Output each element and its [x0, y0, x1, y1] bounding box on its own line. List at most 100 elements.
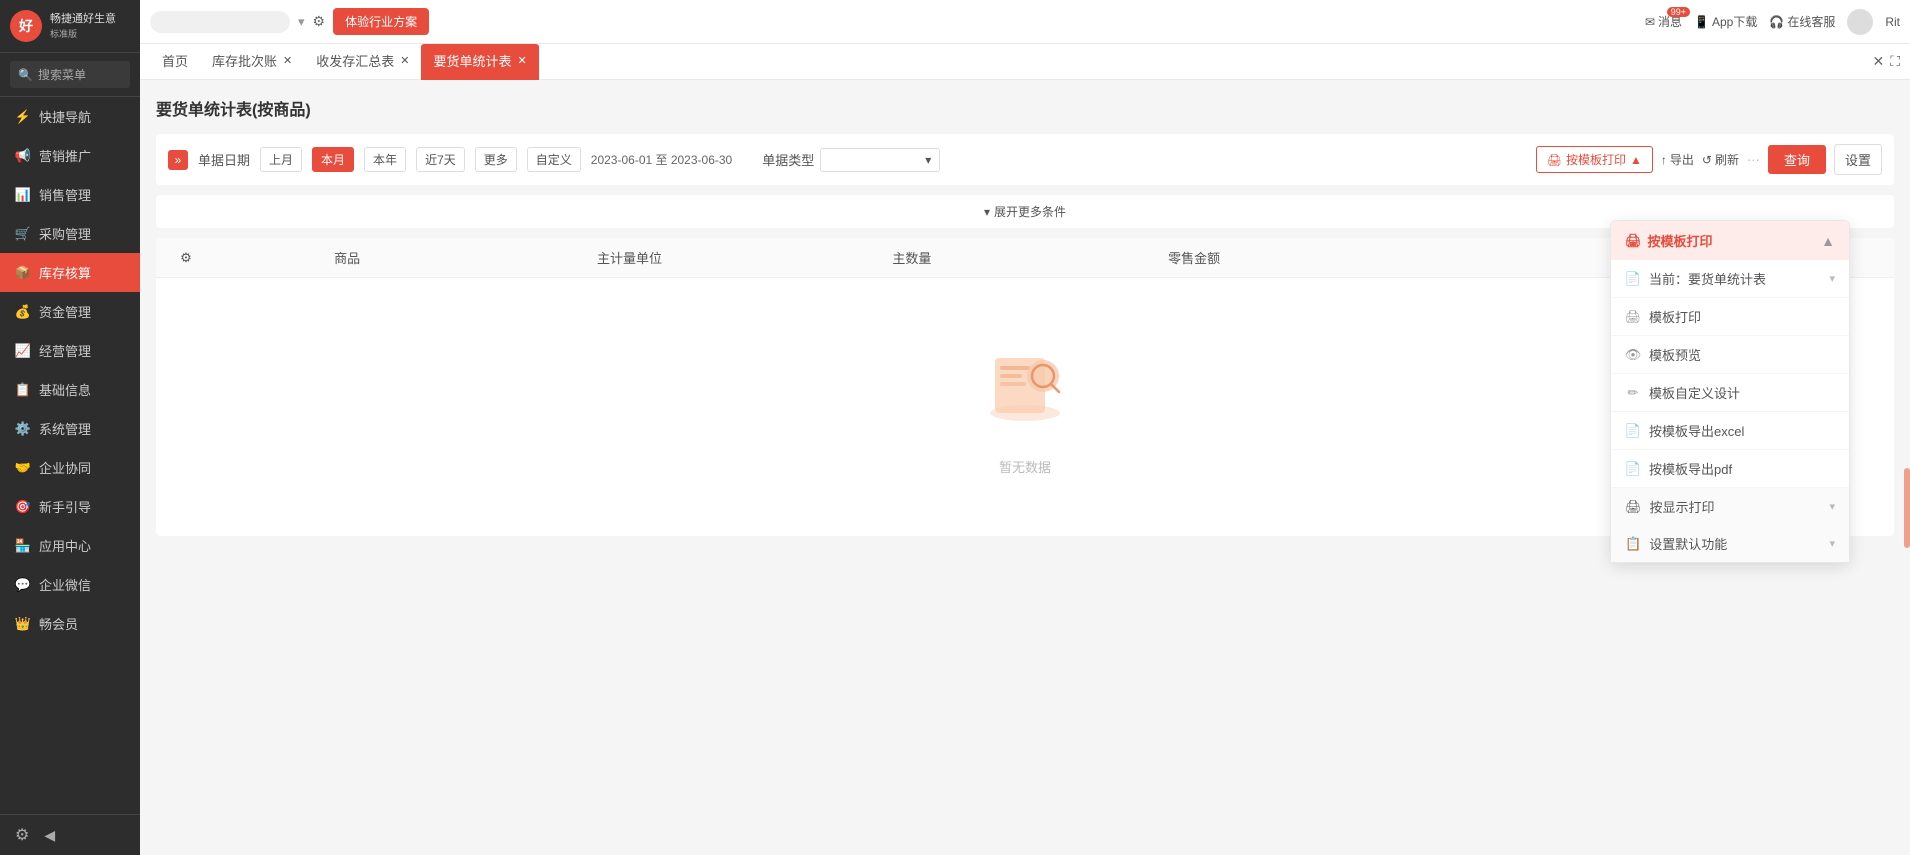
sidebar-item-label: 采购管理: [39, 224, 91, 243]
expand-arrows-icon: »: [175, 153, 182, 167]
dropdown-template-preview[interactable]: 👁 模板预览: [1611, 336, 1849, 374]
sidebar-footer: ⚙ ◀: [0, 814, 140, 855]
sidebar-item-label: 库存核算: [39, 263, 91, 282]
page-content: 要货单统计表(按商品) » 单据日期 上月 本月 本年 近7天 更多 自定义 2…: [140, 80, 1910, 855]
date-custom-btn[interactable]: 自定义: [527, 147, 581, 172]
dropdown-current-template[interactable]: 📄 当前：要货单统计表 ▾: [1611, 260, 1849, 298]
dropdown-set-default[interactable]: 📋 设置默认功能 ▾: [1611, 525, 1849, 562]
sidebar-item-wechat[interactable]: 💬 企业微信: [0, 565, 140, 604]
tabs-right-area: ✕ ⛶: [1872, 53, 1900, 70]
sidebar-item-basic[interactable]: 📋 基础信息: [0, 370, 140, 409]
set-default-chevron: ▾: [1829, 537, 1835, 550]
sidebar-item-label: 销售管理: [39, 185, 91, 204]
user-avatar[interactable]: [1847, 9, 1873, 35]
sidebar-item-label: 基础信息: [39, 380, 91, 399]
sidebar-item-shortcut[interactable]: ⚡ 快捷导航: [0, 97, 140, 136]
filter-expand-button[interactable]: »: [168, 150, 188, 170]
template-design-icon: ✏: [1625, 385, 1641, 401]
app-download-button[interactable]: 📱 App下载: [1694, 13, 1757, 30]
dropdown-template-print[interactable]: 🖨 模板打印: [1611, 298, 1849, 336]
export-icon: ↑: [1661, 153, 1667, 167]
wechat-icon: 💬: [15, 577, 31, 593]
expand-more-chevron-icon: ▾: [984, 205, 990, 219]
search-menu-button[interactable]: 🔍 搜索菜单: [10, 61, 130, 88]
tab-order-stats[interactable]: 要货单统计表 ✕: [421, 44, 538, 80]
dropdown-close-icon[interactable]: ▲: [1821, 233, 1835, 249]
basic-icon: 📋: [15, 382, 31, 398]
date-current-month-btn[interactable]: 本月: [312, 147, 354, 172]
sidebar-item-operation[interactable]: 📈 经营管理: [0, 331, 140, 370]
filter-bar: » 单据日期 上月 本月 本年 近7天 更多 自定义 2023-06-01 至 …: [156, 134, 1894, 185]
date-more-btn[interactable]: 更多: [475, 147, 517, 172]
query-button[interactable]: 查询: [1768, 145, 1826, 174]
col-amount: 零售金额: [1053, 238, 1335, 277]
tab-batch[interactable]: 库存批次账 ✕: [200, 44, 304, 80]
refresh-button[interactable]: ↺ 刷新: [1702, 151, 1739, 168]
display-print-icon: 🖨: [1625, 499, 1642, 515]
sidebar-item-member[interactable]: 👑 畅会员: [0, 604, 140, 643]
sidebar-item-guide[interactable]: 🎯 新手引导: [0, 487, 140, 526]
sidebar-item-sales[interactable]: 📊 销售管理: [0, 175, 140, 214]
service-icon: 🎧: [1769, 15, 1784, 29]
dropdown-template-export-pdf[interactable]: 📄 按模板导出pdf: [1611, 450, 1849, 488]
sidebar-item-enterprise[interactable]: 🤝 企业协同: [0, 448, 140, 487]
app-name: 畅捷通好生意: [50, 12, 116, 26]
print-icon: 🖨: [1547, 153, 1562, 167]
display-print-chevron: ▾: [1829, 500, 1835, 513]
right-scrollbar[interactable]: [1904, 468, 1910, 548]
tab-order-stats-close[interactable]: ✕: [518, 54, 527, 67]
tab-batch-close[interactable]: ✕: [283, 54, 292, 67]
topbar-gear-icon[interactable]: ⚙: [313, 13, 326, 30]
tab-home[interactable]: 首页: [150, 44, 200, 80]
sidebar-item-purchase[interactable]: 🛒 采购管理: [0, 214, 140, 253]
settings-button[interactable]: 设置: [1834, 144, 1882, 175]
dropdown-header: 🖨 按模板打印 ▲: [1611, 221, 1849, 260]
order-type-select[interactable]: ▾: [820, 148, 940, 172]
finance-icon: 💰: [15, 304, 31, 320]
sidebar-item-label: 经营管理: [39, 341, 91, 360]
sidebar-item-finance[interactable]: 💰 资金管理: [0, 292, 140, 331]
topbar-search-input[interactable]: [150, 11, 290, 33]
tabs-expand-button[interactable]: ⛶: [1890, 53, 1900, 70]
tab-order-stats-label: 要货单统计表: [433, 51, 511, 70]
settings-footer-button[interactable]: ⚙: [15, 825, 29, 845]
sidebar-item-label: 企业协同: [39, 458, 91, 477]
dropdown-display-print[interactable]: 🖨 按显示打印 ▾: [1611, 488, 1849, 525]
collapse-sidebar-button[interactable]: ◀: [44, 825, 55, 845]
dropdown-template-export-excel[interactable]: 📄 按模板导出excel: [1611, 412, 1849, 450]
online-service-button[interactable]: 🎧 在线客服: [1769, 13, 1835, 30]
more-options-icon[interactable]: ···: [1747, 152, 1760, 167]
sidebar-item-inventory[interactable]: 📦 库存核算: [0, 253, 140, 292]
dropdown-template-design[interactable]: ✏ 模板自定义设计: [1611, 374, 1849, 412]
sidebar-item-marketing[interactable]: 📢 营销推广: [0, 136, 140, 175]
sidebar-item-label: 营销推广: [39, 146, 91, 165]
current-template-icon: 📄: [1625, 271, 1641, 287]
inventory-icon: 📦: [15, 265, 31, 281]
date-label: 单据日期: [198, 150, 250, 169]
date-current-year-btn[interactable]: 本年: [364, 147, 406, 172]
tab-batch-label: 库存批次账: [212, 51, 277, 70]
app-icon: 📱: [1694, 15, 1709, 29]
print-template-button[interactable]: 🖨 按模板打印 ▲: [1536, 146, 1653, 173]
experience-btn[interactable]: 体验行业方案: [333, 8, 429, 35]
sidebar-item-system[interactable]: ⚙️ 系统管理: [0, 409, 140, 448]
tab-collection-close[interactable]: ✕: [400, 54, 409, 67]
date-prev-month-btn[interactable]: 上月: [260, 147, 302, 172]
message-button[interactable]: ✉ 消息 99+: [1645, 13, 1682, 30]
col-settings[interactable]: ⚙: [166, 240, 206, 276]
export-button[interactable]: ↑ 导出: [1661, 151, 1694, 168]
template-preview-icon: 👁: [1625, 347, 1641, 363]
sidebar-item-label: 新手引导: [39, 497, 91, 516]
print-dropdown-icon: 🖨: [1625, 233, 1642, 249]
logo-icon: 好: [10, 10, 42, 42]
export-pdf-icon: 📄: [1625, 461, 1641, 477]
date-7days-btn[interactable]: 近7天: [416, 147, 465, 172]
topbar-chevron-icon[interactable]: ▾: [298, 14, 305, 30]
tab-collection[interactable]: 收发存汇总表 ✕: [304, 44, 421, 80]
tabs-close-all-button[interactable]: ✕: [1872, 53, 1884, 70]
sidebar-nav: ⚡ 快捷导航 📢 营销推广 📊 销售管理 🛒 采购管理 📦 库存核算 💰 资金管…: [0, 97, 140, 814]
sidebar-item-label: 企业微信: [39, 575, 91, 594]
sidebar-item-label: 应用中心: [39, 536, 91, 555]
template-print-icon: 🖨: [1625, 309, 1641, 325]
sidebar-item-appstore[interactable]: 🏪 应用中心: [0, 526, 140, 565]
